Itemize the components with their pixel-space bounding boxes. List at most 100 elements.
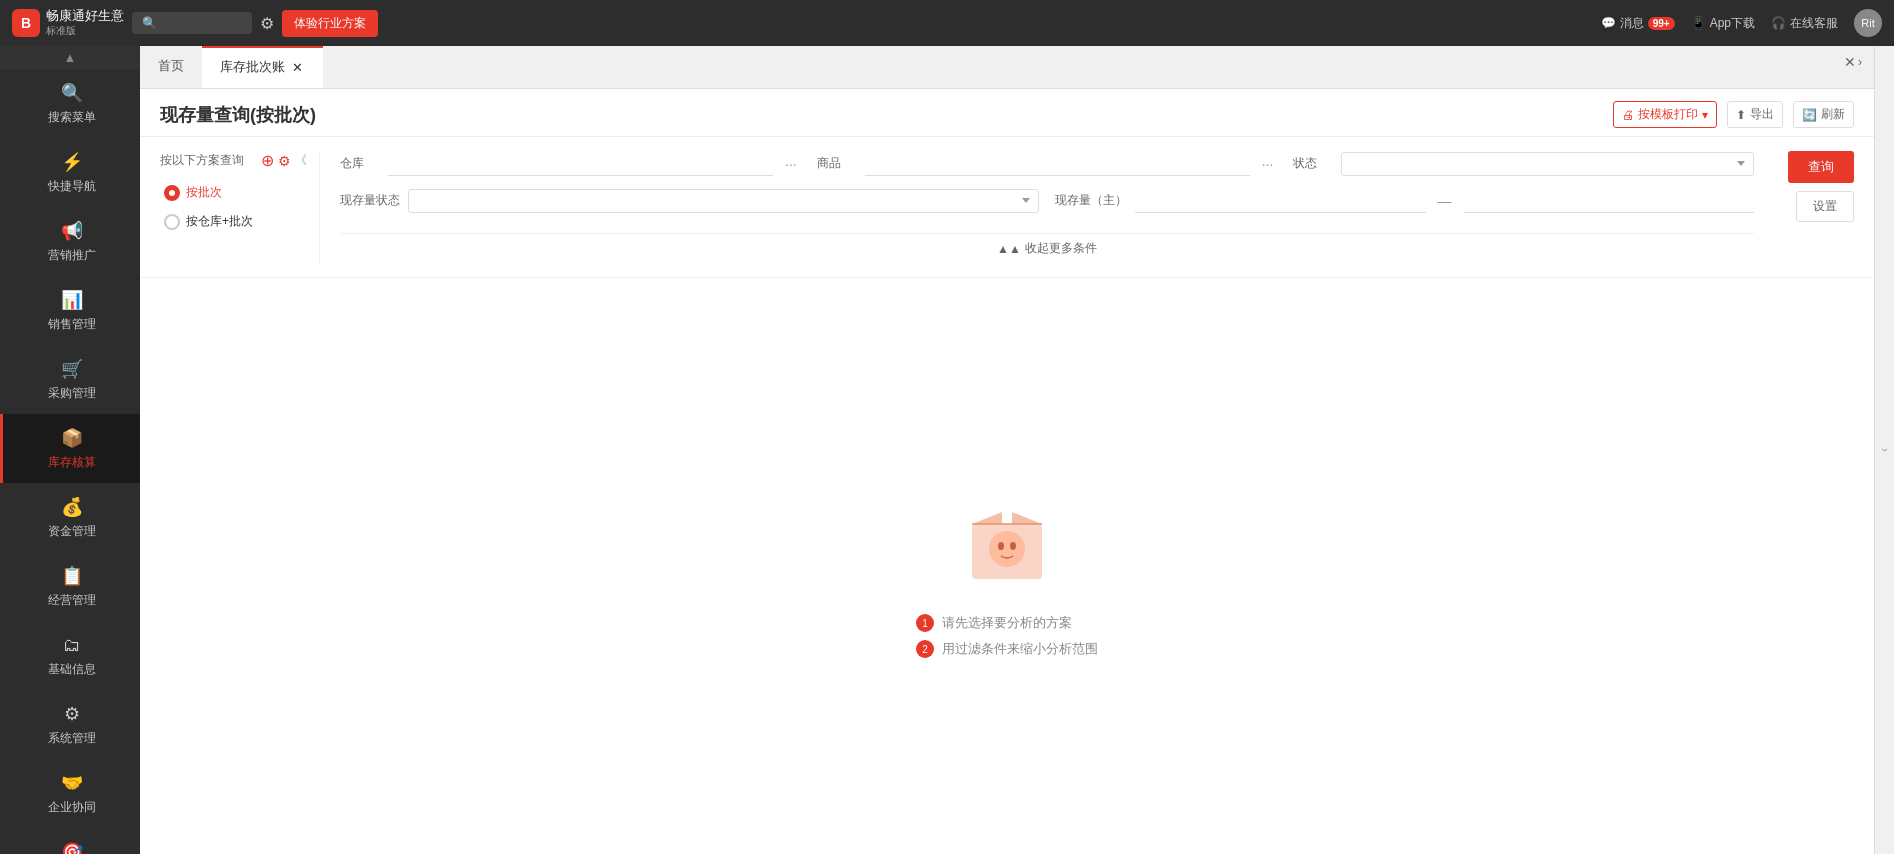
sidebar-item-newbie[interactable]: 🎯 新手引导 <box>0 828 140 854</box>
scheme-dot-inner <box>169 190 175 196</box>
message-icon: 💬 <box>1601 16 1616 30</box>
messages-label: 消息 <box>1620 15 1644 32</box>
sidebar-scroll-up[interactable]: ▲ <box>0 46 140 69</box>
stock-qty-to-input[interactable] <box>1464 188 1755 210</box>
collapse-scheme-icon[interactable]: 《 <box>295 152 307 169</box>
warehouse-input-wrapper <box>388 151 773 176</box>
headset-icon: 🎧 <box>1771 16 1786 30</box>
svg-point-4 <box>1010 542 1016 550</box>
svg-point-2 <box>989 531 1025 567</box>
sales-icon: 📊 <box>60 288 84 312</box>
tab-home[interactable]: 首页 <box>140 47 202 87</box>
tab-bar: 首页 库存批次账 ✕ ✕ › <box>140 46 1874 89</box>
collapse-more-btn[interactable]: ▲▲ 收起更多条件 <box>340 233 1754 263</box>
filter-group-stock-qty: 现存量（主） — <box>1055 188 1754 213</box>
panel-close-button[interactable]: ✕ › <box>1844 54 1862 70</box>
sidebar-label-enterprise: 企业协同 <box>48 799 96 816</box>
scheme-dot-outline <box>164 214 180 230</box>
enterprise-icon: 🤝 <box>60 771 84 795</box>
action-buttons: 查询 设置 <box>1774 151 1854 263</box>
scheme-panel-title: 按以下方案查询 <box>160 152 244 169</box>
tip-number-2: 2 <box>916 640 934 658</box>
scheme-item-warehouse-batch[interactable]: 按仓库+批次 <box>160 207 307 236</box>
filter-fields: 仓库 ··· 商品 ··· <box>340 151 1754 263</box>
scheme-panel-actions: ⊕ ⚙ 《 <box>261 151 307 170</box>
filter-group-stock-status: 现存量状态 <box>340 189 1039 213</box>
content-area: 首页 库存批次账 ✕ ✕ › 现存量查询(按批次) 🖨 按模板打印 ▾ <box>140 46 1874 854</box>
tab-close-button[interactable]: ✕ <box>289 59 305 75</box>
sidebar-item-search[interactable]: 🔍 搜索菜单 <box>0 69 140 138</box>
empty-illustration <box>947 474 1067 594</box>
sidebar-item-sales[interactable]: 📊 销售管理 <box>0 276 140 345</box>
app-download-item[interactable]: 📱 App下载 <box>1691 15 1755 32</box>
scheme-item-batch[interactable]: 按批次 <box>160 178 307 207</box>
sidebar-item-system[interactable]: ⚙ 系统管理 <box>0 690 140 759</box>
product-label: 商品 <box>817 155 857 172</box>
refresh-button[interactable]: 🔄 刷新 <box>1793 101 1854 128</box>
search-bar[interactable]: 🔍 <box>132 12 252 34</box>
warehouse-more-icon[interactable]: ··· <box>781 156 801 172</box>
main-layout: ▲ 🔍 搜索菜单 ⚡ 快捷导航 📢 营销推广 📊 销售管理 🛒 采购管理 📦 库… <box>0 46 1894 854</box>
settings-icon[interactable]: ⚙ <box>260 14 274 33</box>
close-icon: ✕ <box>1844 54 1856 70</box>
stock-qty-from-input[interactable] <box>1135 188 1426 210</box>
sidebar-label-operations: 经营管理 <box>48 592 96 609</box>
user-item[interactable]: Rit <box>1854 9 1882 37</box>
sidebar-label-finance: 资金管理 <box>48 523 96 540</box>
sidebar-label-inventory: 库存核算 <box>48 454 96 471</box>
quicknav-icon: ⚡ <box>60 150 84 174</box>
sidebar-label-quicknav: 快捷导航 <box>48 178 96 195</box>
basics-icon: 🗂 <box>60 633 84 657</box>
query-button[interactable]: 查询 <box>1788 151 1854 183</box>
sidebar-label-marketing: 营销推广 <box>48 247 96 264</box>
print-button[interactable]: 🖨 按模板打印 ▾ <box>1613 101 1717 128</box>
collapse-arrow-icon: › <box>1858 55 1862 69</box>
sidebar-item-purchase[interactable]: 🛒 采购管理 <box>0 345 140 414</box>
product-input[interactable] <box>865 151 1250 173</box>
status-select[interactable] <box>1341 152 1754 176</box>
messages-item[interactable]: 💬 消息 99+ <box>1601 15 1675 32</box>
sidebar-label-basics: 基础信息 <box>48 661 96 678</box>
sidebar-item-basics[interactable]: 🗂 基础信息 <box>0 621 140 690</box>
product-more-icon[interactable]: ··· <box>1258 156 1278 172</box>
right-panel[interactable]: › <box>1874 46 1894 854</box>
svg-point-3 <box>998 542 1004 550</box>
filter-group-warehouse: 仓库 ··· <box>340 151 801 176</box>
messages-badge: 99+ <box>1648 17 1675 30</box>
settings-button[interactable]: 设置 <box>1796 191 1854 222</box>
stock-status-select[interactable] <box>408 189 1039 213</box>
page-header: 现存量查询(按批次) 🖨 按模板打印 ▾ ⬆ 导出 🔄 刷新 <box>140 89 1874 137</box>
sidebar-label-system: 系统管理 <box>48 730 96 747</box>
sidebar-item-marketing[interactable]: 📢 营销推广 <box>0 207 140 276</box>
sidebar: ▲ 🔍 搜索菜单 ⚡ 快捷导航 📢 营销推广 📊 销售管理 🛒 采购管理 📦 库… <box>0 46 140 854</box>
add-scheme-icon[interactable]: ⊕ <box>261 151 274 170</box>
export-button[interactable]: ⬆ 导出 <box>1727 101 1783 128</box>
tip-text-2: 用过滤条件来缩小分析范围 <box>942 640 1098 658</box>
empty-tip-2: 2 用过滤条件来缩小分析范围 <box>916 640 1098 658</box>
sidebar-item-finance[interactable]: 💰 资金管理 <box>0 483 140 552</box>
logo-area: B 畅康通好生意 标准版 <box>12 8 124 38</box>
app-download-label: App下载 <box>1710 15 1755 32</box>
sidebar-item-quicknav[interactable]: ⚡ 快捷导航 <box>0 138 140 207</box>
settings-scheme-icon[interactable]: ⚙ <box>278 153 291 169</box>
sidebar-item-inventory[interactable]: 📦 库存核算 <box>0 414 140 483</box>
sidebar-item-operations[interactable]: 📋 经营管理 <box>0 552 140 621</box>
top-bar-right: 💬 消息 99+ 📱 App下载 🎧 在线客服 Rit <box>1601 9 1882 37</box>
search-icon: 🔍 <box>142 16 157 30</box>
newbie-icon: 🎯 <box>60 840 84 854</box>
online-service-item[interactable]: 🎧 在线客服 <box>1771 15 1838 32</box>
operations-icon: 📋 <box>60 564 84 588</box>
system-icon: ⚙ <box>60 702 84 726</box>
marketing-icon: 📢 <box>60 219 84 243</box>
trial-button[interactable]: 体验行业方案 <box>282 10 378 37</box>
logo-icon: B <box>12 9 40 37</box>
collapse-up-icon: ▲▲ <box>997 242 1021 256</box>
tab-inventory-batch[interactable]: 库存批次账 ✕ <box>202 46 323 88</box>
page-title: 现存量查询(按批次) <box>160 103 316 127</box>
sidebar-item-enterprise[interactable]: 🤝 企业协同 <box>0 759 140 828</box>
filter-group-status: 状态 <box>1293 152 1754 176</box>
app-name: 畅康通好生意 <box>46 8 124 24</box>
warehouse-input[interactable] <box>388 151 773 173</box>
sidebar-label-sales: 销售管理 <box>48 316 96 333</box>
print-icon: 🖨 <box>1622 108 1634 122</box>
